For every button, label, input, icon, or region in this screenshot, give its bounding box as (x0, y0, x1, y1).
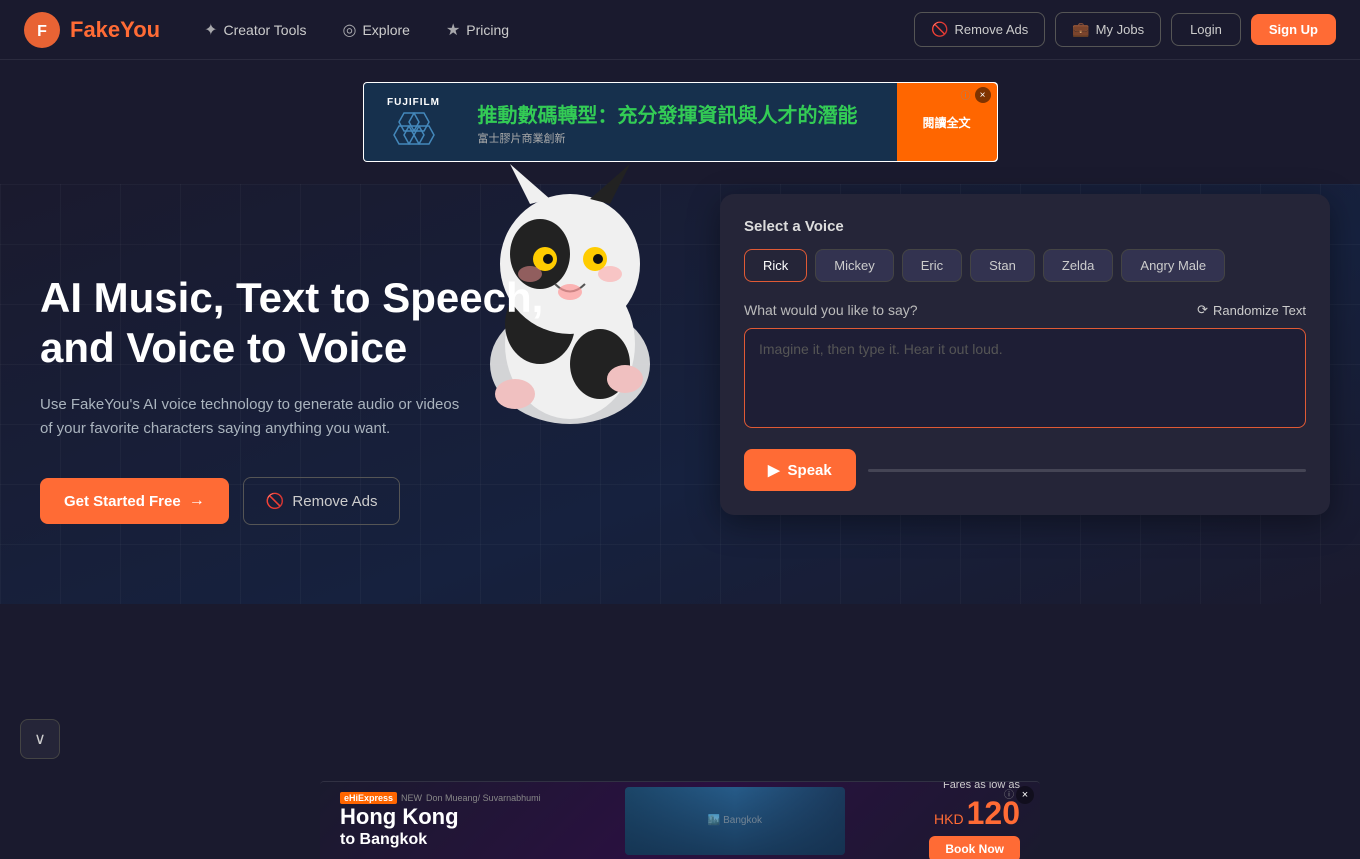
explore-icon: ◎ (343, 20, 357, 40)
ad-bottom-center: 🏙️ Bangkok (541, 787, 930, 855)
creator-tools-icon: ✦ (204, 20, 217, 40)
navbar: F FakeYou ✦ Creator Tools ◎ Explore ★ Pr… (0, 0, 1360, 60)
ad-book-button[interactable]: Book Now (929, 836, 1020, 859)
ad-chinese-sub: 富士膠片商業創新 (478, 130, 883, 146)
nav-pricing[interactable]: ★ Pricing (432, 12, 523, 48)
ad-currency: HKD (934, 811, 964, 827)
select-voice-title: Select a Voice (744, 218, 1306, 235)
hero-section: AI Music, Text to Speech, and Voice to V… (0, 184, 1360, 604)
speak-button[interactable]: ▶ Speak (744, 449, 856, 491)
ad-bottom-close-button[interactable]: × (1016, 786, 1034, 804)
voice-chip-zelda[interactable]: Zelda (1043, 249, 1114, 282)
ad-cta[interactable]: 閱讀全文 (922, 114, 970, 131)
fujifilm-brand: FUJIFILM (387, 97, 440, 108)
voice-chip-eric[interactable]: Eric (902, 249, 962, 282)
voice-chip-mickey[interactable]: Mickey (815, 249, 893, 282)
remove-ads-hero-button[interactable]: 🚫 Remove Ads (243, 477, 401, 525)
my-jobs-icon: 💼 (1072, 21, 1089, 38)
remove-ads-icon: 🚫 (931, 21, 948, 38)
svg-text:F: F (37, 23, 47, 40)
signup-button[interactable]: Sign Up (1251, 14, 1336, 45)
voice-chip-rick[interactable]: Rick (744, 249, 807, 282)
voice-text-input[interactable] (744, 328, 1306, 428)
ad-bottom-left: eHiExpress NEW Don Mueang/ Suvarnabhumi … (340, 792, 541, 848)
randomize-icon: ⟳ (1197, 302, 1208, 318)
login-button[interactable]: Login (1171, 13, 1241, 46)
pricing-icon: ★ (446, 20, 460, 40)
nav-links: ✦ Creator Tools ◎ Explore ★ Pricing (190, 12, 914, 48)
nav-actions: 🚫 Remove Ads 💼 My Jobs Login Sign Up (914, 12, 1336, 47)
ad-bottom-info: ⓘ (1004, 786, 1014, 801)
ad-bottom-brand: eHiExpress NEW Don Mueang/ Suvarnabhumi (340, 792, 541, 804)
get-started-button[interactable]: Get Started Free → (40, 478, 229, 524)
nav-explore[interactable]: ◎ Explore (329, 12, 424, 48)
ad-top-close-button[interactable]: × (975, 87, 991, 103)
randomize-text-button[interactable]: ⟳ Randomize Text (1197, 302, 1306, 318)
arrow-right-icon: → (189, 492, 205, 510)
hero-title: AI Music, Text to Speech, and Voice to V… (40, 273, 560, 374)
fujifilm-logo-graphic (389, 108, 439, 148)
ad-banner-bottom: eHiExpress NEW Don Mueang/ Suvarnabhumi … (320, 781, 1040, 859)
speak-progress-bar (868, 469, 1306, 472)
hero-buttons: Get Started Free → 🚫 Remove Ads (40, 477, 560, 525)
ad-bottom-image: 🏙️ Bangkok (708, 815, 762, 826)
prompt-label-row: What would you like to say? ⟳ Randomize … (744, 302, 1306, 318)
my-jobs-button[interactable]: 💼 My Jobs (1055, 12, 1161, 47)
chevron-down-icon: ∨ (34, 729, 46, 749)
voice-panel: Select a Voice Rick Mickey Eric Stan Zel… (720, 194, 1330, 515)
voice-chips: Rick Mickey Eric Stan Zelda Angry Male (744, 249, 1306, 282)
ad-banner-top: FUJIFILM 推動數碼轉型：充分發揮資訊與人才的潛能 富士膠片商業創新 閱讀… (363, 82, 998, 162)
ad-bottom-inner: eHiExpress NEW Don Mueang/ Suvarnabhumi … (320, 782, 1040, 859)
voice-chip-stan[interactable]: Stan (970, 249, 1035, 282)
hero-subtitle: Use FakeYou's AI voice technology to gen… (40, 393, 460, 441)
ad-bottom-title: Hong Kong (340, 804, 541, 830)
ad-bottom-subtitle: to Bangkok (340, 831, 541, 849)
remove-ads-hero-icon: 🚫 (266, 492, 285, 510)
logo-icon: F (24, 12, 60, 48)
scroll-down-button[interactable]: ∨ (20, 719, 60, 759)
play-icon: ▶ (768, 461, 780, 479)
ad-top-info: ⓘ (961, 87, 971, 102)
nav-creator-tools[interactable]: ✦ Creator Tools (190, 12, 320, 48)
remove-ads-button[interactable]: 🚫 Remove Ads (914, 12, 1045, 47)
voice-chip-angry-male[interactable]: Angry Male (1121, 249, 1225, 282)
brand-name: FakeYou (70, 17, 160, 43)
ad-chinese-main: 推動數碼轉型：充分發揮資訊與人才的潛能 (478, 99, 883, 128)
logo[interactable]: F FakeYou (24, 12, 160, 48)
speak-row: ▶ Speak (744, 449, 1306, 491)
hero-left: AI Music, Text to Speech, and Voice to V… (40, 273, 560, 526)
